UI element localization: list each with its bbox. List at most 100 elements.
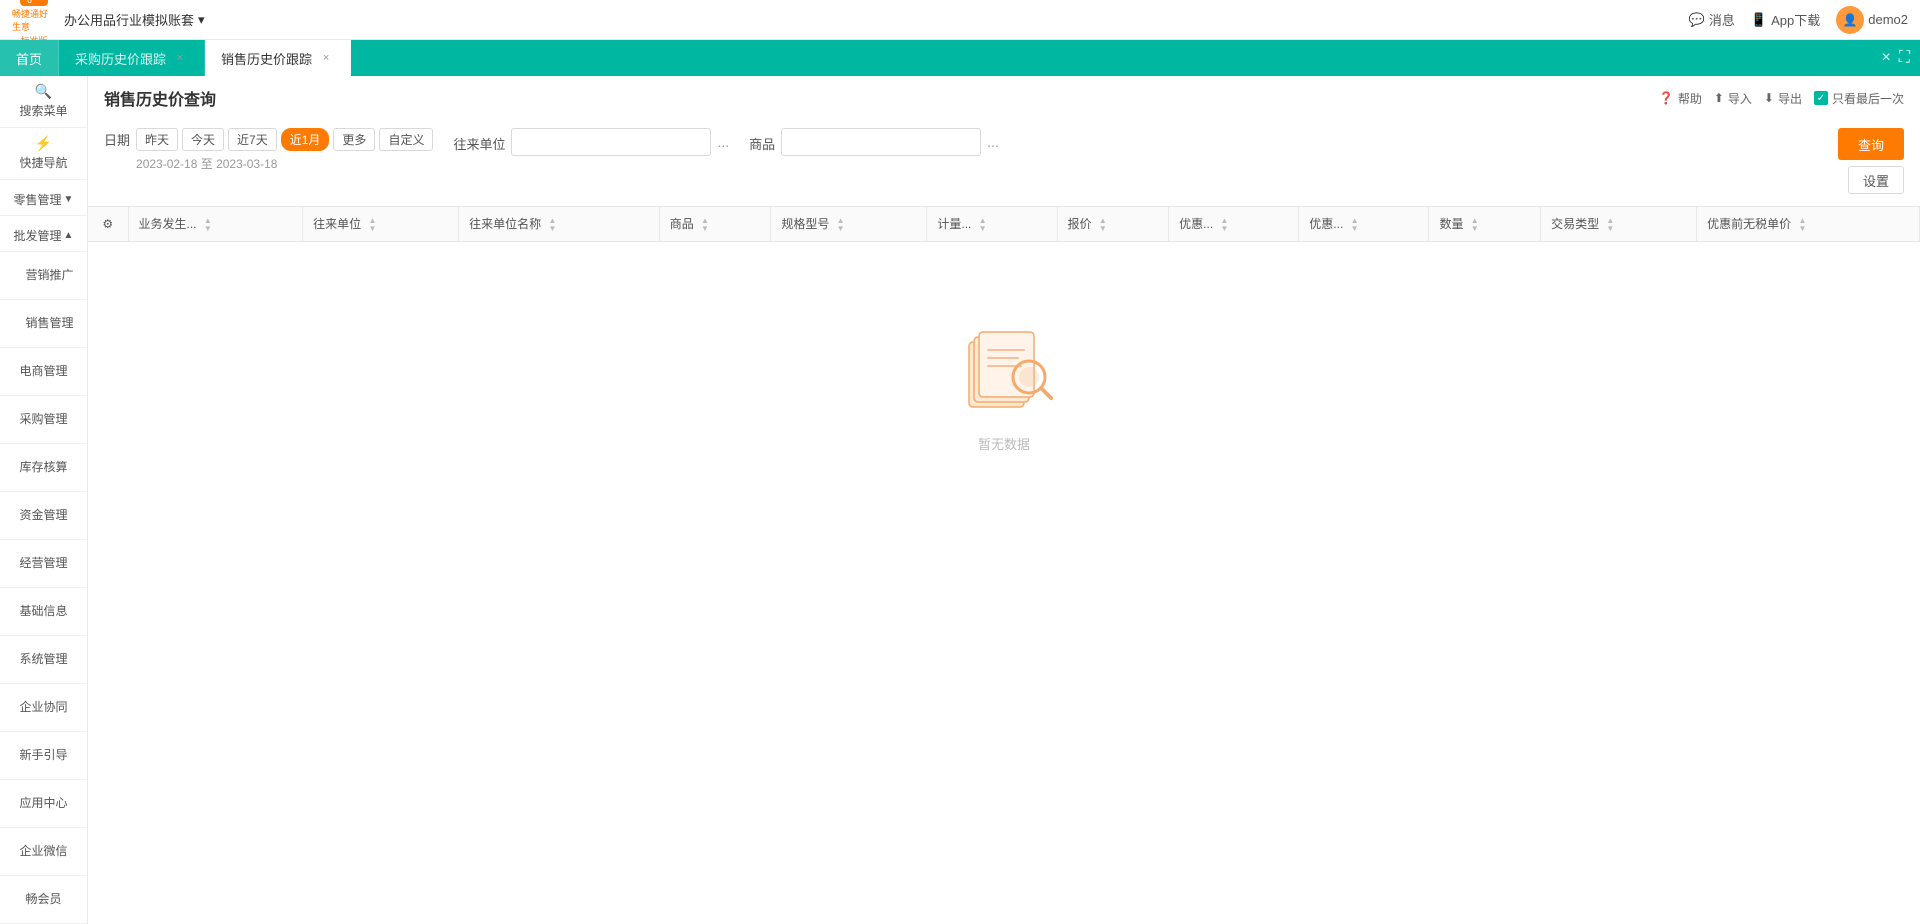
- sidebar-item-marketing[interactable]: 营销推广: [0, 252, 87, 300]
- sidebar-item-wholesale[interactable]: 批发管理 ▲: [0, 216, 87, 252]
- partner-input[interactable]: [511, 128, 711, 156]
- sidebar-item-wechat[interactable]: 企业微信: [0, 828, 87, 876]
- date-btn-yesterday[interactable]: 昨天: [136, 128, 178, 151]
- fullscreen-btn[interactable]: ⛶: [1899, 49, 1910, 67]
- avatar: 👤: [1836, 6, 1864, 34]
- query-button[interactable]: 查询: [1838, 128, 1904, 160]
- tab-purchase-close[interactable]: ×: [172, 50, 188, 66]
- date-btn-today[interactable]: 今天: [182, 128, 224, 151]
- sidebar-item-finance[interactable]: 资金管理: [0, 492, 87, 540]
- app-download-btn[interactable]: 📱 App下载: [1751, 10, 1820, 29]
- sidebar-item-sales-mgmt[interactable]: 销售管理: [0, 300, 87, 348]
- product-label: 商品: [749, 132, 775, 153]
- th-discount1[interactable]: 优惠... ▲▼: [1169, 207, 1299, 241]
- only-last-checkbox[interactable]: ✓ 只看最后一次: [1814, 90, 1904, 107]
- main-layout: 🔍 搜索菜单 ⚡ 快捷导航 零售管理 ▼ 批发管理 ▲ 营销推广 销售管理 电商…: [0, 76, 1920, 924]
- import-icon: ⬆: [1714, 91, 1724, 105]
- sidebar-item-inventory[interactable]: 库存核算: [0, 444, 87, 492]
- logo-text: 畅捷通好生意: [12, 7, 56, 33]
- sort-icon: ▲▼: [549, 217, 557, 233]
- filter-actions: 查询 设置: [1838, 128, 1904, 194]
- topbar: 6 畅捷通好生意 标准版 办公用品行业模拟账套 ▾ 💬 消息 📱 App下载 👤…: [0, 0, 1920, 40]
- filter-row: 日期 昨天 今天 近7天 近1月 更多 自定义 2023-02-18 至 202…: [104, 118, 1904, 206]
- th-trade-type[interactable]: 交易类型 ▲▼: [1541, 207, 1697, 241]
- date-btn-more[interactable]: 更多: [333, 128, 375, 151]
- tab-sales-history[interactable]: 销售历史价跟踪 ×: [205, 40, 351, 76]
- sidebar-item-shortcut[interactable]: ⚡ 快捷导航: [0, 128, 87, 180]
- table-header-row: ⚙ 业务发生... ▲▼ 往来单位 ▲▼ 往来单位名称 ▲▼: [88, 207, 1920, 241]
- tab-home-label: 首页: [16, 49, 42, 68]
- page-header: 销售历史价查询 ❓ 帮助 ⬆ 导入 ⬇ 导出 ✓: [88, 76, 1920, 207]
- user-avatar[interactable]: 👤 demo2: [1836, 6, 1908, 34]
- sidebar-shortcut-label: 快捷导航: [19, 156, 67, 172]
- help-btn[interactable]: ❓ 帮助: [1659, 90, 1702, 107]
- data-table: ⚙ 业务发生... ▲▼ 往来单位 ▲▼ 往来单位名称 ▲▼: [88, 207, 1920, 242]
- import-btn[interactable]: ⬆ 导入: [1714, 90, 1752, 107]
- empty-state: 暂无数据: [88, 242, 1920, 533]
- sort-icon: ▲▼: [204, 217, 212, 233]
- th-discount2[interactable]: 优惠... ▲▼: [1299, 207, 1429, 241]
- content-area: 销售历史价查询 ❓ 帮助 ⬆ 导入 ⬇ 导出 ✓: [88, 76, 1920, 924]
- table-container: ⚙ 业务发生... ▲▼ 往来单位 ▲▼ 往来单位名称 ▲▼: [88, 207, 1920, 924]
- sidebar-item-retail[interactable]: 零售管理 ▼: [0, 180, 87, 216]
- th-settings[interactable]: ⚙: [88, 207, 128, 241]
- tab-purchase-history[interactable]: 采购历史价跟踪 ×: [59, 40, 205, 76]
- th-business-date[interactable]: 业务发生... ▲▼: [128, 207, 303, 241]
- date-label: 日期: [104, 128, 130, 149]
- sidebar-item-system[interactable]: 系统管理: [0, 636, 87, 684]
- sidebar-item-guide[interactable]: 新手引导: [0, 732, 87, 780]
- sidebar-item-search[interactable]: 🔍 搜索菜单: [0, 76, 87, 128]
- app-icon: 📱: [1751, 12, 1767, 28]
- th-partner-name[interactable]: 往来单位名称 ▲▼: [459, 207, 660, 241]
- th-spec[interactable]: 规格型号 ▲▼: [771, 207, 927, 241]
- th-product[interactable]: 商品 ▲▼: [659, 207, 771, 241]
- sidebar-item-operations[interactable]: 经营管理: [0, 540, 87, 588]
- dropdown-icon[interactable]: ▾: [198, 12, 205, 28]
- sidebar-item-apps[interactable]: 应用中心: [0, 780, 87, 828]
- sort-icon: ▲▼: [1221, 217, 1229, 233]
- tab-home[interactable]: 首页: [0, 40, 59, 76]
- tab-sales-label: 销售历史价跟踪: [221, 49, 312, 68]
- sidebar-item-basic[interactable]: 基础信息: [0, 588, 87, 636]
- sidebar-item-ecommerce[interactable]: 电商管理: [0, 348, 87, 396]
- settings-button[interactable]: 设置: [1848, 166, 1904, 194]
- checkbox-icon: ✓: [1814, 91, 1828, 105]
- date-btn-7days[interactable]: 近7天: [228, 128, 277, 151]
- sidebar-search-label: 搜索菜单: [19, 104, 67, 120]
- date-btn-1month[interactable]: 近1月: [281, 128, 330, 151]
- sort-icon: ▲▼: [1606, 217, 1614, 233]
- topbar-right: 💬 消息 📱 App下载 👤 demo2: [1689, 6, 1908, 34]
- date-range-text: 2023-02-18 至 2023-03-18: [136, 155, 433, 172]
- export-btn[interactable]: ⬇ 导出: [1764, 90, 1802, 107]
- page-actions: ❓ 帮助 ⬆ 导入 ⬇ 导出 ✓ 只看最后一次: [1659, 90, 1904, 107]
- th-unit[interactable]: 计量... ▲▼: [927, 207, 1057, 241]
- sidebar-item-member[interactable]: 畅会员: [0, 876, 87, 924]
- topbar-title: 办公用品行业模拟账套 ▾: [64, 10, 1681, 29]
- date-btn-custom[interactable]: 自定义: [379, 128, 433, 151]
- partner-label: 往来单位: [453, 132, 505, 153]
- svg-text:6: 6: [27, 0, 32, 5]
- sort-icon: ▲▼: [1471, 217, 1479, 233]
- export-icon: ⬇: [1764, 91, 1774, 105]
- th-pretax-price[interactable]: 优惠前无税单价 ▲▼: [1697, 207, 1920, 241]
- sort-icon: ▲▼: [701, 217, 709, 233]
- tab-sales-close[interactable]: ×: [318, 50, 334, 66]
- th-quote[interactable]: 报价 ▲▼: [1057, 207, 1169, 241]
- th-quantity[interactable]: 数量 ▲▼: [1429, 207, 1541, 241]
- messages-btn[interactable]: 💬 消息: [1689, 10, 1735, 29]
- empty-text: 暂无数据: [978, 434, 1030, 453]
- tab-purchase-label: 采购历史价跟踪: [75, 49, 166, 68]
- logo-icon: 6: [20, 0, 48, 6]
- th-partner-code[interactable]: 往来单位 ▲▼: [303, 207, 459, 241]
- sidebar-item-purchase[interactable]: 采购管理: [0, 396, 87, 444]
- close-all-btn[interactable]: ×: [1881, 49, 1890, 67]
- partner-dots[interactable]: ...: [717, 134, 729, 150]
- sort-icon: ▲▼: [979, 217, 987, 233]
- product-dots[interactable]: ...: [987, 134, 999, 150]
- settings-icon: ⚙: [102, 217, 113, 231]
- sidebar-item-enterprise[interactable]: 企业协同: [0, 684, 87, 732]
- sort-icon: ▲▼: [368, 217, 376, 233]
- product-input[interactable]: [781, 128, 981, 156]
- help-icon: ❓: [1659, 91, 1674, 105]
- sort-icon: ▲▼: [1351, 217, 1359, 233]
